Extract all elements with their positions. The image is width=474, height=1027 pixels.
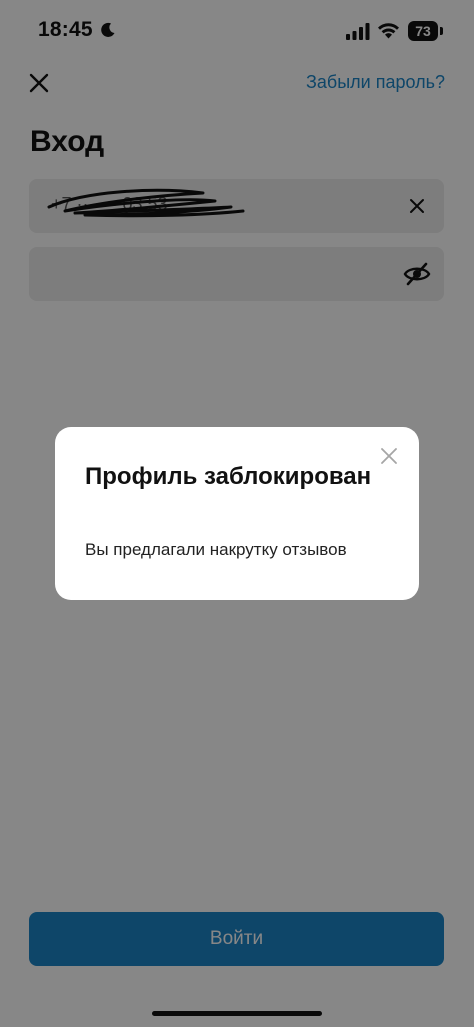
blocked-profile-dialog: Профиль заблокирован Вы предлагали накру… [55,427,419,600]
login-screen: 18:45 73 Забыли пароль? Вход +7 ··· ··· … [0,0,474,1027]
dialog-title: Профиль заблокирован [85,463,372,490]
close-icon[interactable] [379,446,399,466]
dialog-message: Вы предлагали накрутку отзывов [85,540,347,559]
